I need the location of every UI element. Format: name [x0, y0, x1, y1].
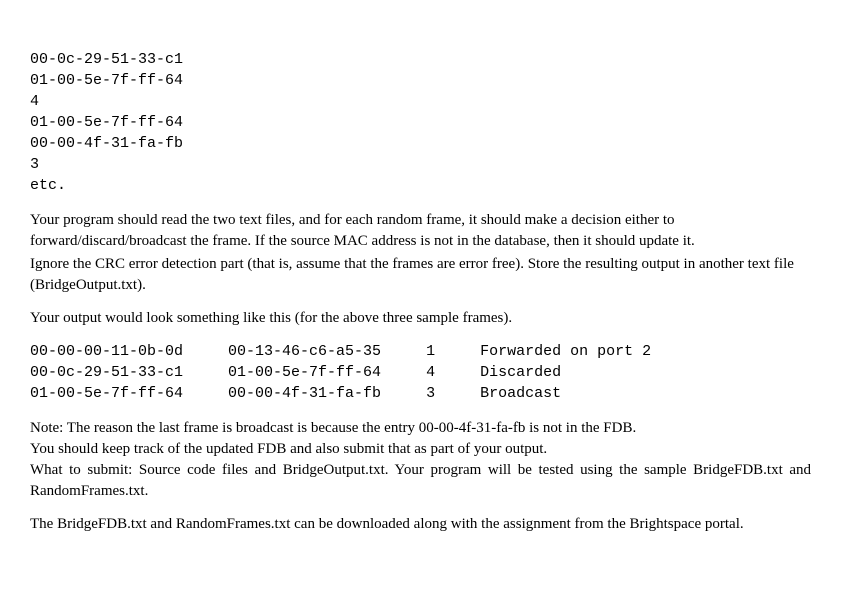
paragraph-output-intro: Your output would look something like th…: [30, 308, 811, 329]
note-line-1: Note: The reason the last frame is broad…: [30, 418, 811, 439]
sample-output-block: 00-00-00-11-0b-0d 00-13-46-c6-a5-35 1 Fo…: [30, 341, 811, 404]
code-line: 01-00-5e-7f-ff-64: [30, 72, 183, 89]
code-line: 4: [30, 93, 39, 110]
paragraph-instructions-2: Ignore the CRC error detection part (tha…: [30, 254, 811, 296]
paragraph-instructions-1: Your program should read the two text fi…: [30, 210, 811, 252]
paragraph-download-info: The BridgeFDB.txt and RandomFrames.txt c…: [30, 514, 811, 535]
note-line-3: What to submit: Source code files and Br…: [30, 460, 811, 502]
code-line: 01-00-5e-7f-ff-64: [30, 114, 183, 131]
code-line: 00-0c-29-51-33-c1: [30, 51, 183, 68]
note-line-2: You should keep track of the updated FDB…: [30, 439, 811, 460]
code-line: 00-00-4f-31-fa-fb: [30, 135, 183, 152]
notes-block: Note: The reason the last frame is broad…: [30, 418, 811, 502]
code-line: etc.: [30, 177, 66, 194]
code-line: 3: [30, 156, 39, 173]
frame-sample-block: 00-0c-29-51-33-c1 01-00-5e-7f-ff-64 4 01…: [30, 28, 811, 196]
